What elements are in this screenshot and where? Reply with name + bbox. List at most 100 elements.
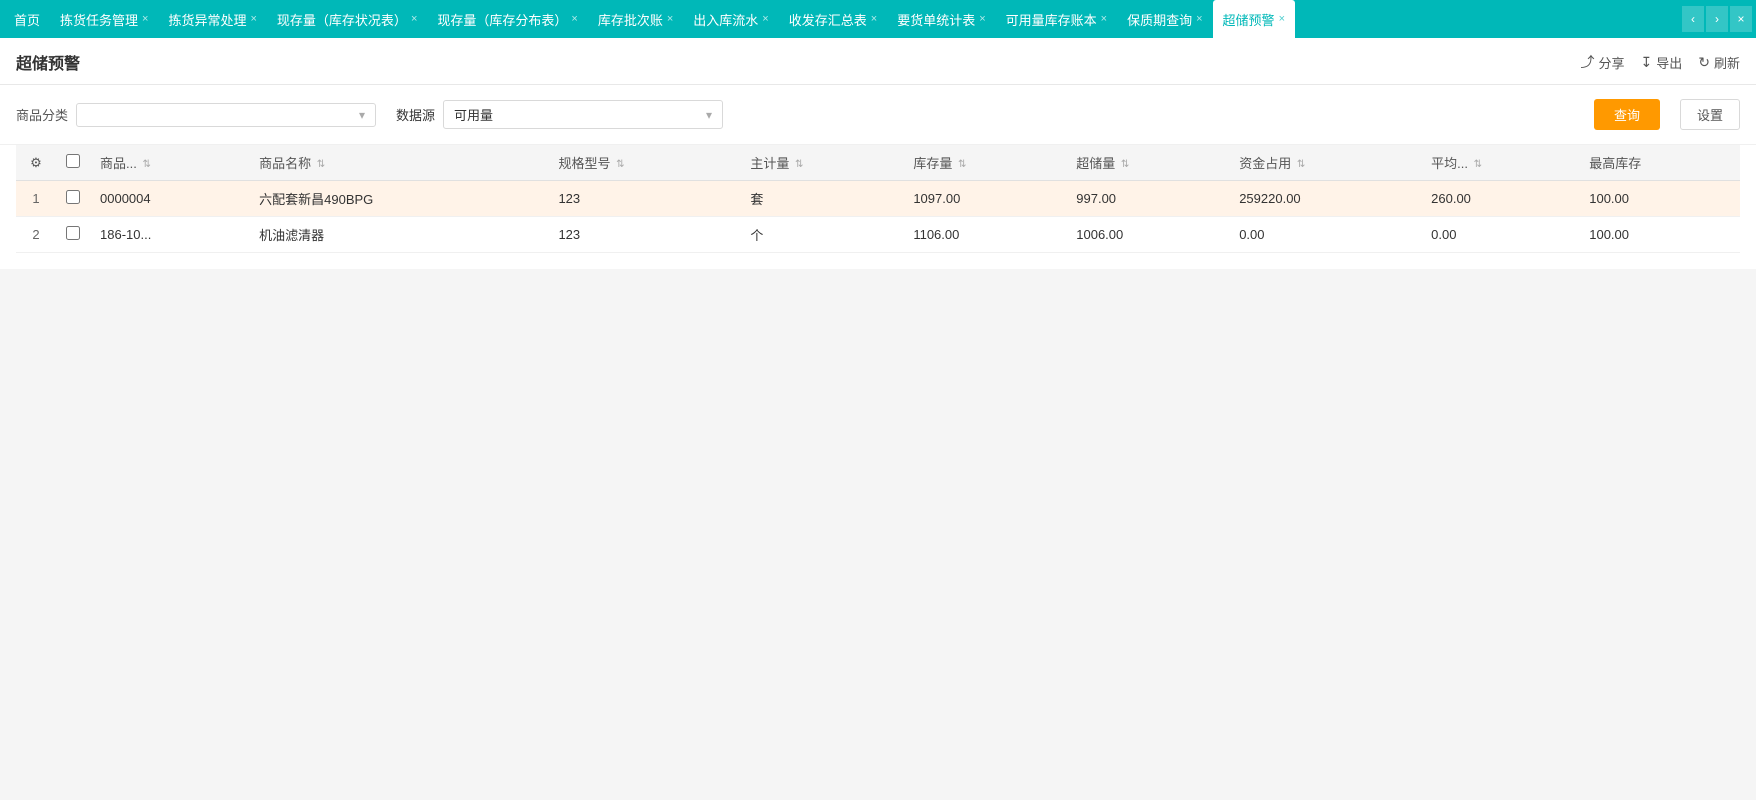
row-checkbox[interactable] — [66, 190, 80, 204]
datasource-select-value: 可用量 — [454, 105, 493, 124]
row-max-stock: 100.00 — [1579, 217, 1740, 253]
filter-area: 商品分类 ▾ 数据源 可用量 ▾ 查询 设置 — [0, 85, 1756, 145]
query-button[interactable]: 查询 — [1594, 99, 1660, 130]
gear-icon: ⚙ — [30, 155, 42, 170]
datasource-label: 数据源 — [396, 105, 435, 124]
row-checkbox-cell[interactable] — [56, 181, 90, 217]
row-checkbox-cell[interactable] — [56, 217, 90, 253]
page-header: 超储预警 ⤴ 分享 ↧ 导出 ↻ 刷新 — [0, 38, 1756, 85]
export-icon: ↧ — [1641, 54, 1653, 71]
close-icon[interactable]: × — [762, 13, 768, 25]
sort-icon: ⇅ — [142, 159, 150, 170]
row-spec: 123 — [548, 217, 740, 253]
refresh-icon: ↻ — [1698, 54, 1710, 71]
col-capital[interactable]: 资金占用 ⇅ — [1229, 145, 1421, 181]
row-overstock: 1006.00 — [1066, 217, 1229, 253]
nav-item-overstock-warning[interactable]: 超储预警 × — [1213, 0, 1295, 38]
nav-item-stock-status[interactable]: 现存量（库存状况表） × — [267, 0, 427, 38]
row-capital: 0.00 — [1229, 217, 1421, 253]
category-label: 商品分类 — [16, 105, 68, 124]
category-select[interactable]: ▾ — [76, 103, 376, 127]
close-icon[interactable]: × — [411, 13, 417, 25]
sort-icon: ⇅ — [795, 159, 803, 170]
row-stock: 1106.00 — [903, 217, 1066, 253]
table-select-all-header[interactable] — [56, 145, 90, 181]
row-name: 机油滤清器 — [249, 217, 548, 253]
nav-item-inout-flow[interactable]: 出入库流水 × — [683, 0, 778, 38]
chevron-down-icon: ▾ — [706, 108, 712, 122]
col-code[interactable]: 商品... ⇅ — [90, 145, 249, 181]
table-header-row: ⚙ 商品... ⇅ 商品名称 ⇅ 规格型号 ⇅ — [16, 145, 1740, 181]
col-name[interactable]: 商品名称 ⇅ — [249, 145, 548, 181]
nav-bar: 首页 拣货任务管理 × 拣货异常处理 × 现存量（库存状况表） × 现存量（库存… — [0, 0, 1756, 38]
select-all-checkbox[interactable] — [66, 154, 80, 168]
col-max-stock[interactable]: 最高库存 — [1579, 145, 1740, 181]
nav-next-button[interactable]: › — [1706, 6, 1728, 32]
settings-button[interactable]: 设置 — [1680, 99, 1740, 130]
page-container: 超储预警 ⤴ 分享 ↧ 导出 ↻ 刷新 商品分类 ▾ 数据源 — [0, 38, 1756, 269]
row-unit: 套 — [740, 181, 903, 217]
nav-prev-button[interactable]: ‹ — [1682, 6, 1704, 32]
row-number: 2 — [16, 217, 56, 253]
export-button[interactable]: ↧ 导出 — [1641, 53, 1683, 72]
sort-icon: ⇅ — [1474, 159, 1482, 170]
close-icon[interactable]: × — [667, 13, 673, 25]
data-table: ⚙ 商品... ⇅ 商品名称 ⇅ 规格型号 ⇅ — [16, 145, 1740, 253]
nav-arrows: ‹ › × — [1682, 6, 1752, 32]
header-actions: ⤴ 分享 ↧ 导出 ↻ 刷新 — [1580, 52, 1740, 72]
row-overstock: 997.00 — [1066, 181, 1229, 217]
nav-item-receive-summary[interactable]: 收发存汇总表 × — [779, 0, 887, 38]
sort-icon: ⇅ — [958, 159, 966, 170]
sort-icon: ⇅ — [1297, 159, 1305, 170]
close-icon[interactable]: × — [1196, 13, 1202, 25]
row-avg: 260.00 — [1421, 181, 1579, 217]
nav-item-order-stat[interactable]: 要货单统计表 × — [887, 0, 995, 38]
table-settings-header[interactable]: ⚙ — [16, 145, 56, 181]
row-stock: 1097.00 — [903, 181, 1066, 217]
row-code: 186-10... — [90, 217, 249, 253]
nav-item-pick-task[interactable]: 拣货任务管理 × — [50, 0, 158, 38]
col-spec[interactable]: 规格型号 ⇅ — [548, 145, 740, 181]
sort-icon: ⇅ — [616, 159, 624, 170]
nav-close-button[interactable]: × — [1730, 6, 1752, 32]
table-area: ⚙ 商品... ⇅ 商品名称 ⇅ 规格型号 ⇅ — [0, 145, 1756, 269]
nav-item-home[interactable]: 首页 — [4, 0, 50, 38]
share-icon: ⤴ — [1580, 52, 1594, 72]
row-capital: 259220.00 — [1229, 181, 1421, 217]
row-checkbox[interactable] — [66, 226, 80, 240]
sort-icon: ⇅ — [317, 159, 325, 170]
close-icon[interactable]: × — [142, 13, 148, 25]
row-name: 六配套新昌490BPG — [249, 181, 548, 217]
nav-item-pick-exception[interactable]: 拣货异常处理 × — [158, 0, 266, 38]
row-max-stock: 100.00 — [1579, 181, 1740, 217]
share-button[interactable]: ⤴ 分享 — [1580, 52, 1624, 72]
close-icon[interactable]: × — [871, 13, 877, 25]
datasource-select[interactable]: 可用量 ▾ — [443, 100, 723, 129]
col-stock[interactable]: 库存量 ⇅ — [903, 145, 1066, 181]
close-icon[interactable]: × — [250, 13, 256, 25]
page-title: 超储预警 — [16, 50, 80, 74]
close-icon[interactable]: × — [979, 13, 985, 25]
datasource-filter-group: 数据源 可用量 ▾ — [396, 100, 723, 129]
sort-icon: ⇅ — [1121, 159, 1129, 170]
row-code: 0000004 — [90, 181, 249, 217]
nav-item-stock-batch[interactable]: 库存批次账 × — [588, 0, 683, 38]
col-unit[interactable]: 主计量 ⇅ — [740, 145, 903, 181]
nav-item-quality-check[interactable]: 保质期查询 × — [1117, 0, 1212, 38]
close-icon[interactable]: × — [1279, 13, 1285, 25]
col-avg[interactable]: 平均... ⇅ — [1421, 145, 1579, 181]
table-row: 1 0000004 六配套新昌490BPG 123 套 1097.00 997.… — [16, 181, 1740, 217]
close-icon[interactable]: × — [1101, 13, 1107, 25]
row-number: 1 — [16, 181, 56, 217]
row-spec: 123 — [548, 181, 740, 217]
row-unit: 个 — [740, 217, 903, 253]
refresh-button[interactable]: ↻ 刷新 — [1698, 53, 1740, 72]
nav-item-available-stock[interactable]: 可用量库存账本 × — [996, 0, 1117, 38]
row-avg: 0.00 — [1421, 217, 1579, 253]
category-filter-group: 商品分类 ▾ — [16, 103, 376, 127]
table-row: 2 186-10... 机油滤清器 123 个 1106.00 1006.00 … — [16, 217, 1740, 253]
col-overstock[interactable]: 超储量 ⇅ — [1066, 145, 1229, 181]
close-icon[interactable]: × — [571, 13, 577, 25]
nav-item-stock-dist[interactable]: 现存量（库存分布表） × — [427, 0, 587, 38]
chevron-down-icon: ▾ — [359, 108, 365, 122]
